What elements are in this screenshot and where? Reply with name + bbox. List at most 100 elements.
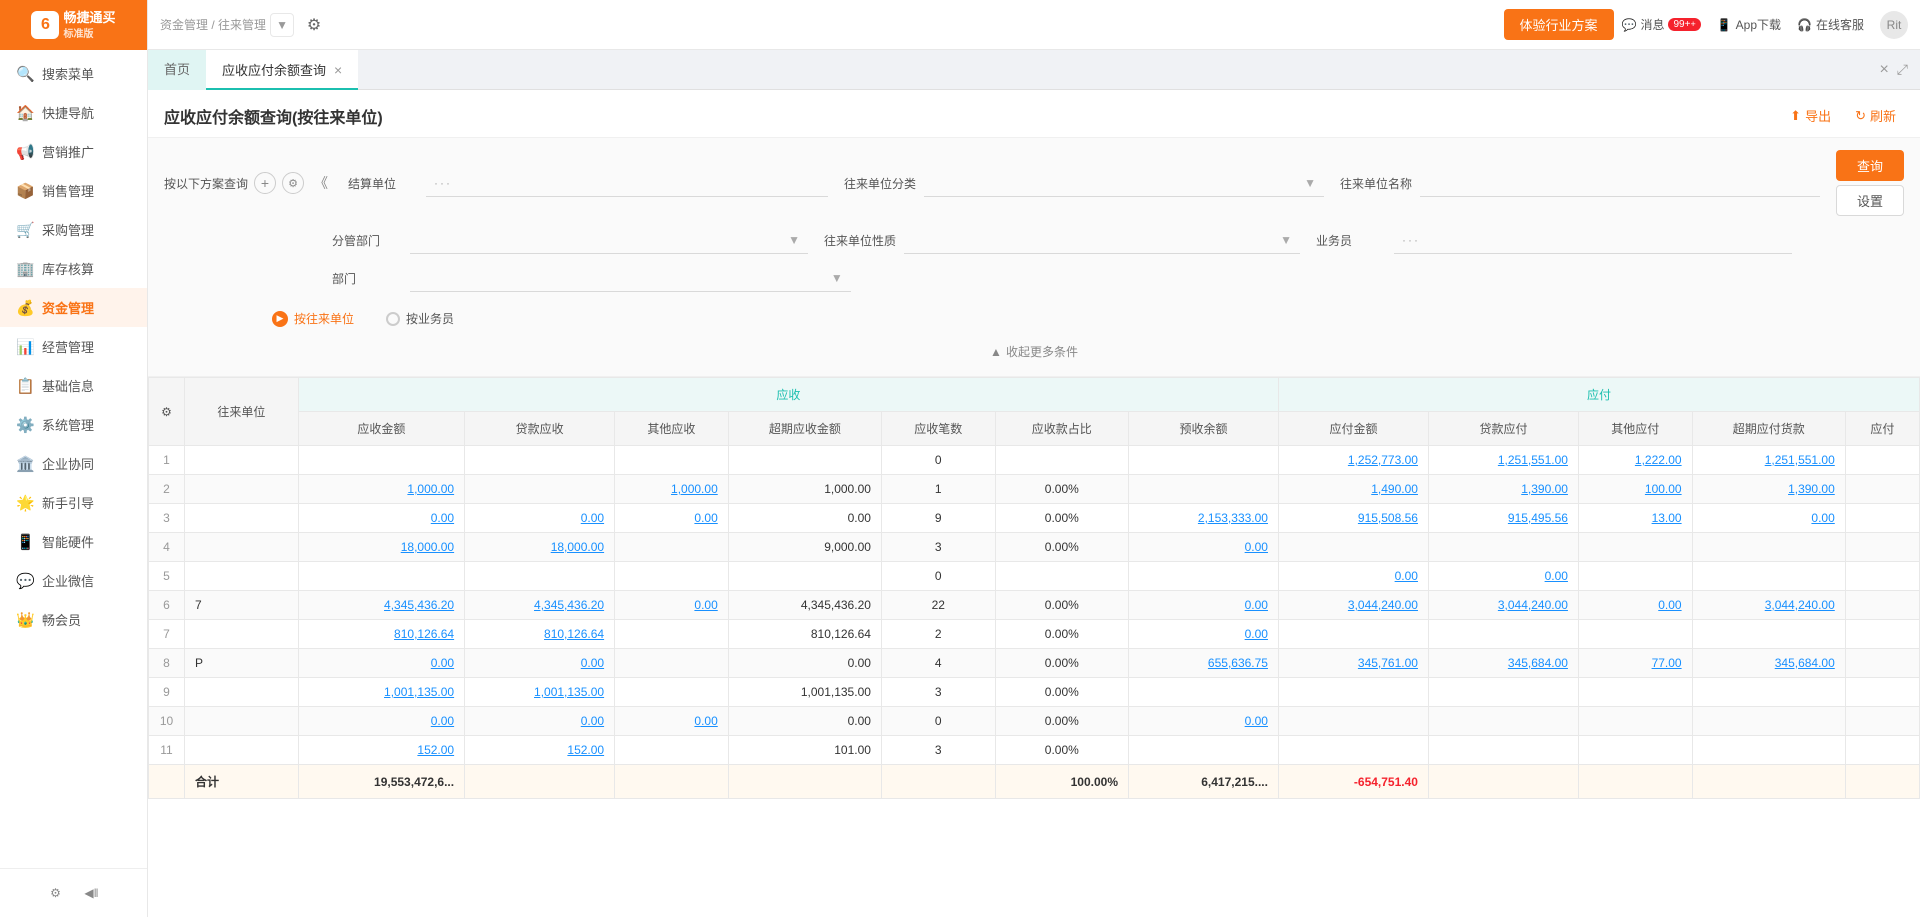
cell-link[interactable]: 1,001,135.00: [534, 685, 604, 699]
filter-input-salesman[interactable]: ···: [1394, 226, 1792, 254]
cell-link[interactable]: 345,684.00: [1508, 656, 1568, 670]
table-cell[interactable]: 4,345,436.20: [465, 591, 615, 620]
topbar-gear-btn[interactable]: ⚙: [298, 9, 330, 41]
cell-link[interactable]: 0.00: [694, 714, 717, 728]
cell-link[interactable]: 0.00: [581, 511, 604, 525]
table-cell[interactable]: 0.00: [465, 707, 615, 736]
cell-link[interactable]: 1,251,551.00: [1765, 453, 1835, 467]
cell-link[interactable]: 1,390.00: [1788, 482, 1835, 496]
table-cell[interactable]: 0.00: [1129, 620, 1279, 649]
cell-link[interactable]: 655,636.75: [1208, 656, 1268, 670]
filter-option-by-partner[interactable]: ▶ 按往来单位: [264, 306, 362, 331]
table-cell[interactable]: 345,761.00: [1278, 649, 1428, 678]
sidebar-item-basic[interactable]: 📋 基础信息: [0, 366, 147, 405]
cell-link[interactable]: 915,508.56: [1358, 511, 1418, 525]
table-cell[interactable]: 18,000.00: [465, 533, 615, 562]
filter-gear-btn[interactable]: ⚙: [282, 172, 304, 194]
cell-link[interactable]: 77.00: [1652, 656, 1682, 670]
cell-link[interactable]: 0.00: [1245, 627, 1268, 641]
cell-link[interactable]: 152.00: [567, 743, 604, 757]
filter-input-settlement[interactable]: ···: [426, 169, 828, 197]
sidebar-item-purchase[interactable]: 🛒 采购管理: [0, 210, 147, 249]
cell-link[interactable]: 1,490.00: [1371, 482, 1418, 496]
table-cell[interactable]: 0.00: [1692, 504, 1845, 533]
cell-link[interactable]: 3,044,240.00: [1348, 598, 1418, 612]
table-cell[interactable]: 0.00: [1428, 562, 1578, 591]
sidebar-item-guide[interactable]: 🌟 新手引导: [0, 483, 147, 522]
tab-fullscreen-icon[interactable]: ⤢: [1897, 61, 1908, 78]
table-cell[interactable]: 0.00: [465, 504, 615, 533]
sidebar-item-member[interactable]: 👑 畅会员: [0, 600, 147, 639]
filter-select-partner-category[interactable]: ▼: [924, 169, 1324, 197]
cell-link[interactable]: 0.00: [1245, 540, 1268, 554]
filter-settings-btn[interactable]: 设置: [1836, 185, 1904, 216]
sidebar-item-search[interactable]: 🔍 搜索菜单: [0, 54, 147, 93]
cell-link[interactable]: 1,000.00: [407, 482, 454, 496]
table-cell[interactable]: 100.00: [1578, 475, 1692, 504]
cell-link[interactable]: 1,001,135.00: [384, 685, 454, 699]
table-cell[interactable]: 152.00: [465, 736, 615, 765]
refresh-btn[interactable]: ↻ 刷新: [1847, 102, 1904, 129]
sidebar-item-funds[interactable]: 💰 资金管理: [0, 288, 147, 327]
sidebar-item-operations[interactable]: 📊 经营管理: [0, 327, 147, 366]
table-cell[interactable]: 915,495.56: [1428, 504, 1578, 533]
sidebar-item-hardware[interactable]: 📱 智能硬件: [0, 522, 147, 561]
cell-link[interactable]: 1,252,773.00: [1348, 453, 1418, 467]
table-settings-header[interactable]: ⚙: [149, 378, 185, 446]
table-cell[interactable]: 0.00: [1578, 591, 1692, 620]
cell-link[interactable]: 345,761.00: [1358, 656, 1418, 670]
cell-link[interactable]: 915,495.56: [1508, 511, 1568, 525]
cell-link[interactable]: 810,126.64: [544, 627, 604, 641]
cell-link[interactable]: 810,126.64: [394, 627, 454, 641]
filter-collapse-btn[interactable]: 《: [310, 172, 332, 194]
cell-link[interactable]: 152.00: [417, 743, 454, 757]
cell-link[interactable]: 0.00: [1658, 598, 1681, 612]
table-cell[interactable]: 13.00: [1578, 504, 1692, 533]
sidebar-item-quicknav[interactable]: 🏠 快捷导航: [0, 93, 147, 132]
user-avatar-btn[interactable]: Rit: [1880, 11, 1908, 39]
tab-receivable[interactable]: 应收应付余额查询 ×: [206, 50, 358, 90]
sidebar-item-sales[interactable]: 📦 销售管理: [0, 171, 147, 210]
trial-plan-btn[interactable]: 体验行业方案: [1504, 9, 1614, 40]
cell-link[interactable]: 345,684.00: [1775, 656, 1835, 670]
table-cell[interactable]: 1,490.00: [1278, 475, 1428, 504]
table-cell[interactable]: 1,000.00: [615, 475, 729, 504]
table-cell[interactable]: 0.00: [615, 504, 729, 533]
sidebar-item-wechat[interactable]: 💬 企业微信: [0, 561, 147, 600]
table-cell[interactable]: 915,508.56: [1278, 504, 1428, 533]
sidebar-item-system[interactable]: ⚙️ 系统管理: [0, 405, 147, 444]
table-cell[interactable]: 0.00: [615, 707, 729, 736]
table-cell[interactable]: 345,684.00: [1692, 649, 1845, 678]
table-cell[interactable]: 1,390.00: [1692, 475, 1845, 504]
table-cell[interactable]: 3,044,240.00: [1428, 591, 1578, 620]
filter-option-by-salesman[interactable]: 按业务员: [378, 306, 462, 331]
cell-link[interactable]: 0.00: [1245, 714, 1268, 728]
sidebar-item-enterprise[interactable]: 🏛️ 企业协同: [0, 444, 147, 483]
cell-link[interactable]: 2,153,333.00: [1198, 511, 1268, 525]
cell-link[interactable]: 18,000.00: [401, 540, 454, 554]
tab-home[interactable]: 首页: [148, 50, 206, 90]
table-cell[interactable]: 0.00: [465, 649, 615, 678]
app-download-btn[interactable]: 📱 App下载: [1717, 16, 1781, 33]
table-cell[interactable]: 77.00: [1578, 649, 1692, 678]
cell-link[interactable]: 1,251,551.00: [1498, 453, 1568, 467]
table-cell[interactable]: 0.00: [1129, 533, 1279, 562]
table-cell[interactable]: 3,044,240.00: [1692, 591, 1845, 620]
filter-select-section-dept[interactable]: ▼: [410, 264, 851, 292]
filter-select-dept[interactable]: ▼: [410, 226, 808, 254]
cell-link[interactable]: 0.00: [431, 714, 454, 728]
table-cell[interactable]: 810,126.64: [465, 620, 615, 649]
cell-link[interactable]: 3,044,240.00: [1498, 598, 1568, 612]
table-cell[interactable]: 2,153,333.00: [1129, 504, 1279, 533]
table-cell[interactable]: 4,345,436.20: [298, 591, 464, 620]
cell-link[interactable]: 1,000.00: [671, 482, 718, 496]
table-cell[interactable]: 810,126.64: [298, 620, 464, 649]
cell-link[interactable]: 0.00: [1545, 569, 1568, 583]
export-btn[interactable]: ⬆ 导出: [1782, 102, 1839, 129]
sidebar-item-marketing[interactable]: 📢 营销推广: [0, 132, 147, 171]
cell-link[interactable]: 4,345,436.20: [534, 598, 604, 612]
sidebar-settings-btn[interactable]: ⚙: [40, 877, 72, 909]
table-cell[interactable]: 3,044,240.00: [1278, 591, 1428, 620]
filter-input-partner-name[interactable]: [1420, 169, 1820, 197]
table-cell[interactable]: 0.00: [298, 707, 464, 736]
